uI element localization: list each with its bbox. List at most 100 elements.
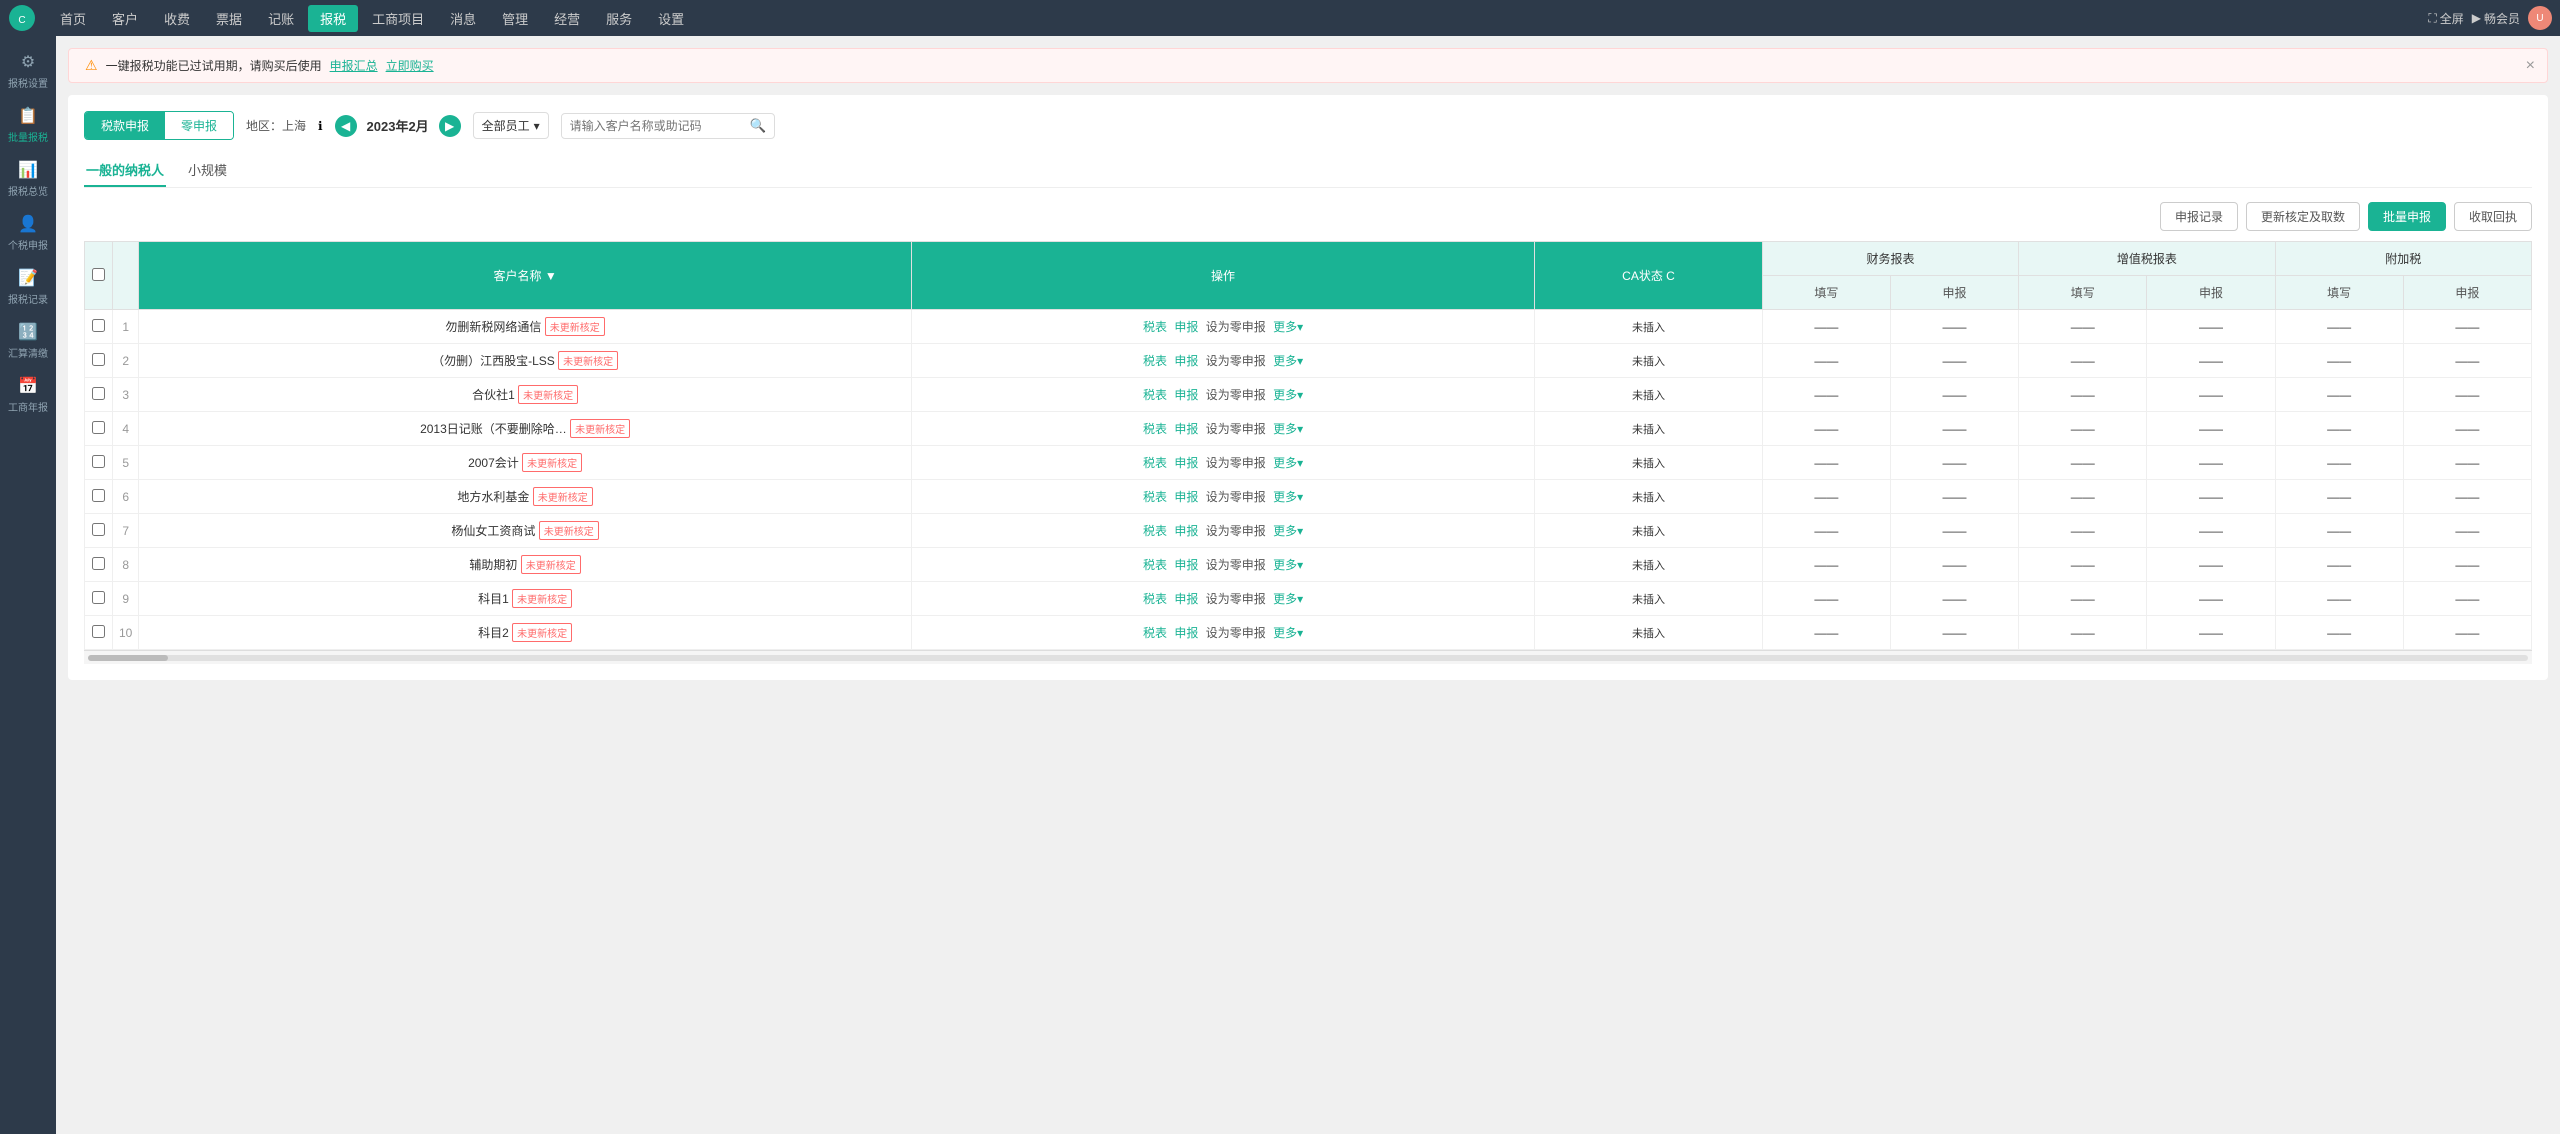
op-more[interactable]: 更多▾	[1273, 456, 1303, 470]
op-tax-table[interactable]: 税表	[1143, 558, 1167, 572]
op-zero-declare[interactable]: 设为零申报	[1206, 524, 1266, 538]
sidebar-item-personal-tax[interactable]: 👤 个税申报	[0, 206, 56, 260]
nav-business[interactable]: 工商项目	[360, 5, 436, 32]
op-tax-table[interactable]: 税表	[1143, 422, 1167, 436]
op-more[interactable]: 更多▾	[1273, 388, 1303, 402]
nav-message[interactable]: 消息	[438, 5, 488, 32]
op-zero-declare[interactable]: 设为零申报	[1206, 592, 1266, 606]
subtab-small-scale[interactable]: 小规模	[186, 154, 229, 187]
declaration-records-button[interactable]: 申报记录	[2160, 202, 2238, 231]
nav-invoice[interactable]: 票据	[204, 5, 254, 32]
op-zero-declare[interactable]: 设为零申报	[1206, 456, 1266, 470]
fullscreen-button[interactable]: ⛶ 全屏	[2428, 10, 2463, 27]
op-tax-table[interactable]: 税表	[1143, 626, 1167, 640]
op-tax-table[interactable]: 税表	[1143, 524, 1167, 538]
prev-month-button[interactable]: ◀	[335, 115, 357, 137]
row-checkbox[interactable]	[92, 319, 105, 332]
op-zero-declare[interactable]: 设为零申报	[1206, 422, 1266, 436]
op-more[interactable]: 更多▾	[1273, 422, 1303, 436]
row-checkbox[interactable]	[92, 353, 105, 366]
sidebar-item-calc-clear[interactable]: 🔢 汇算清缴	[0, 314, 56, 368]
horizontal-scrollbar[interactable]	[84, 650, 2532, 664]
row-declare-1: ——	[1890, 310, 2018, 344]
staff-selector[interactable]: 全部员工 ▾	[473, 112, 549, 139]
row-declare-3: ——	[2403, 480, 2531, 514]
search-box: 🔍	[561, 113, 776, 139]
row-checkbox[interactable]	[92, 489, 105, 502]
row-checkbox[interactable]	[92, 591, 105, 604]
op-more[interactable]: 更多▾	[1273, 626, 1303, 640]
subtab-general-taxpayer[interactable]: 一般的纳税人	[84, 154, 166, 187]
op-tax-table[interactable]: 税表	[1143, 592, 1167, 606]
row-checkbox[interactable]	[92, 557, 105, 570]
collect-receipt-button[interactable]: 收取回执	[2454, 202, 2532, 231]
op-tax-table[interactable]: 税表	[1143, 456, 1167, 470]
op-declare[interactable]: 申报	[1174, 626, 1198, 640]
op-declare[interactable]: 申报	[1174, 490, 1198, 504]
op-more[interactable]: 更多▾	[1273, 490, 1303, 504]
sidebar-item-tax-records[interactable]: 📝 报税记录	[0, 260, 56, 314]
sidebar-item-annual-report[interactable]: 📅 工商年报	[0, 368, 56, 422]
nav-operation[interactable]: 经营	[542, 5, 592, 32]
op-tax-table[interactable]: 税表	[1143, 388, 1167, 402]
op-zero-declare[interactable]: 设为零申报	[1206, 558, 1266, 572]
row-declare-2: ——	[2147, 514, 2275, 548]
op-zero-declare[interactable]: 设为零申报	[1206, 388, 1266, 402]
op-tax-table[interactable]: 税表	[1143, 354, 1167, 368]
row-checkbox[interactable]	[92, 421, 105, 434]
batch-declare-button[interactable]: 批量申报	[2368, 202, 2446, 231]
top-nav-right: ⛶ 全屏 ▶ 畅会员 U	[2428, 6, 2552, 30]
sidebar-item-batch-tax[interactable]: 📋 批量报税	[0, 98, 56, 152]
op-declare[interactable]: 申报	[1174, 388, 1198, 402]
select-all-checkbox[interactable]	[92, 268, 105, 281]
op-tax-table[interactable]: 税表	[1143, 320, 1167, 334]
row-checkbox[interactable]	[92, 387, 105, 400]
op-declare[interactable]: 申报	[1174, 592, 1198, 606]
next-month-button[interactable]: ▶	[439, 115, 461, 137]
nav-service[interactable]: 服务	[594, 5, 644, 32]
row-checkbox[interactable]	[92, 455, 105, 468]
sidebar-item-tax-overview[interactable]: 📊 报税总览	[0, 152, 56, 206]
op-more[interactable]: 更多▾	[1273, 320, 1303, 334]
row-checkbox[interactable]	[92, 625, 105, 638]
nav-home[interactable]: 首页	[48, 5, 98, 32]
filter-bar: 税款申报 零申报 地区：上海 ℹ ◀ 2023年2月 ▶ 全部员工 ▾ 🔍	[84, 111, 2532, 140]
op-more[interactable]: 更多▾	[1273, 354, 1303, 368]
op-declare[interactable]: 申报	[1174, 558, 1198, 572]
user-avatar[interactable]: U	[2528, 6, 2552, 30]
op-more[interactable]: 更多▾	[1273, 592, 1303, 606]
notice-link-summary[interactable]: 申报汇总	[330, 57, 378, 74]
notice-close-button[interactable]: ×	[2526, 57, 2535, 75]
row-declare-2: ——	[2147, 310, 2275, 344]
vip-button[interactable]: ▶ 畅会员	[2472, 10, 2520, 27]
op-declare[interactable]: 申报	[1174, 456, 1198, 470]
nav-manage[interactable]: 管理	[490, 5, 540, 32]
nav-accounting[interactable]: 记账	[256, 5, 306, 32]
op-tax-table[interactable]: 税表	[1143, 490, 1167, 504]
op-declare[interactable]: 申报	[1174, 354, 1198, 368]
notice-link-buy[interactable]: 立即购买	[386, 57, 434, 74]
op-more[interactable]: 更多▾	[1273, 558, 1303, 572]
search-button[interactable]: 🔍	[742, 114, 775, 138]
nav-tax[interactable]: 报税	[308, 5, 358, 32]
op-zero-declare[interactable]: 设为零申报	[1206, 354, 1266, 368]
search-input[interactable]	[562, 115, 742, 137]
op-more[interactable]: 更多▾	[1273, 524, 1303, 538]
nav-fee[interactable]: 收费	[152, 5, 202, 32]
tab-tax-declare[interactable]: 税款申报	[85, 112, 165, 139]
update-verify-button[interactable]: 更新核定及取数	[2246, 202, 2360, 231]
sidebar-item-tax-settings[interactable]: ⚙ 报税设置	[0, 44, 56, 98]
personal-tax-icon: 👤	[18, 214, 38, 234]
row-checkbox[interactable]	[92, 523, 105, 536]
op-declare[interactable]: 申报	[1174, 320, 1198, 334]
op-zero-declare[interactable]: 设为零申报	[1206, 490, 1266, 504]
tab-zero-declare[interactable]: 零申报	[165, 112, 233, 139]
nav-client[interactable]: 客户	[100, 5, 150, 32]
nav-settings[interactable]: 设置	[646, 5, 696, 32]
op-declare[interactable]: 申报	[1174, 524, 1198, 538]
op-zero-declare[interactable]: 设为零申报	[1206, 320, 1266, 334]
op-zero-declare[interactable]: 设为零申报	[1206, 626, 1266, 640]
op-declare[interactable]: 申报	[1174, 422, 1198, 436]
row-ca-status: 未插入	[1535, 582, 1763, 616]
row-fill-3: ——	[2275, 378, 2403, 412]
